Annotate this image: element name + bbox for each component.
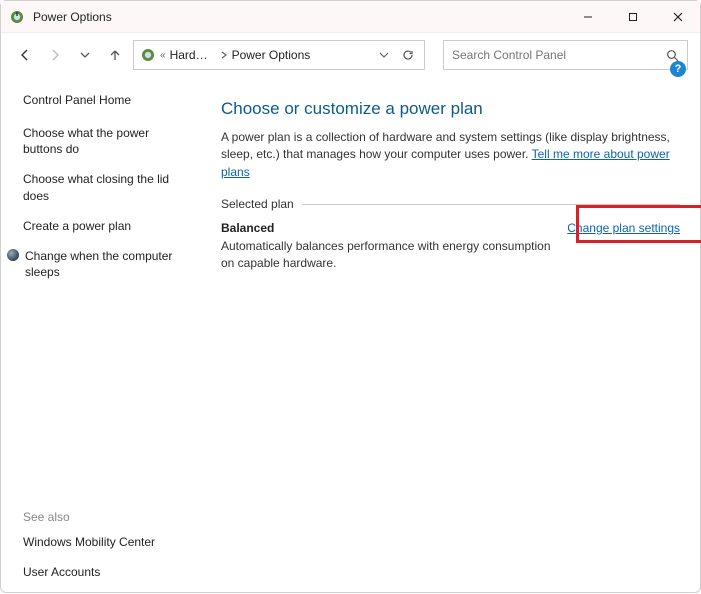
power-options-icon <box>140 47 156 63</box>
see-also-user-accounts[interactable]: User Accounts <box>23 564 191 580</box>
address-bar[interactable]: « Hardw… Power Options <box>133 40 425 70</box>
selected-plan-label: Selected plan <box>221 197 294 211</box>
close-button[interactable] <box>655 1 700 32</box>
plan-row-balanced: Balanced Automatically balances performa… <box>221 221 680 272</box>
plan-name: Balanced <box>221 221 557 235</box>
sidebar-link-change-sleep[interactable]: Change when the computer sleeps <box>7 248 191 280</box>
breadcrumb-part-hardware[interactable]: Hardw… <box>170 48 216 62</box>
plan-description: Automatically balances performance with … <box>221 238 557 272</box>
see-also-mobility-center[interactable]: Windows Mobility Center <box>23 534 191 550</box>
help-button[interactable]: ? <box>670 61 686 77</box>
sidebar-link-create-plan[interactable]: Create a power plan <box>23 218 191 234</box>
search-icon[interactable] <box>666 49 679 62</box>
back-button[interactable] <box>13 43 37 67</box>
search-box[interactable] <box>443 40 688 70</box>
power-options-icon <box>9 9 25 25</box>
page-description: A power plan is a collection of hardware… <box>221 129 680 181</box>
see-also-label: See also <box>23 510 191 524</box>
change-plan-settings-link[interactable]: Change plan settings <box>567 221 680 235</box>
titlebar: Power Options <box>1 1 700 33</box>
page-heading: Choose or customize a power plan <box>221 99 680 119</box>
shield-icon <box>7 249 19 261</box>
refresh-button[interactable] <box>398 49 418 61</box>
breadcrumb-prefix: « <box>160 50 166 61</box>
main-content: Choose or customize a power plan A power… <box>201 77 700 594</box>
control-panel-home-link[interactable]: Control Panel Home <box>23 93 191 107</box>
nav-toolbar: « Hardw… Power Options <box>1 33 700 77</box>
up-button[interactable] <box>103 43 127 67</box>
sidebar-link-power-buttons[interactable]: Choose what the power buttons do <box>23 125 191 157</box>
maximize-button[interactable] <box>610 1 655 32</box>
forward-button[interactable] <box>43 43 67 67</box>
recent-locations-button[interactable] <box>73 43 97 67</box>
minimize-button[interactable] <box>565 1 610 32</box>
sidebar: Control Panel Home Choose what the power… <box>1 77 201 594</box>
sidebar-link-closing-lid[interactable]: Choose what closing the lid does <box>23 171 191 203</box>
search-input[interactable] <box>452 48 666 62</box>
divider <box>302 204 680 205</box>
window-title: Power Options <box>33 10 565 24</box>
chevron-right-icon <box>220 51 228 59</box>
sidebar-link-label: Change when the computer sleeps <box>25 248 191 280</box>
address-dropdown-button[interactable] <box>374 50 394 60</box>
window-controls <box>565 1 700 32</box>
selected-plan-section: Selected plan <box>221 197 680 211</box>
breadcrumb-part-power-options[interactable]: Power Options <box>232 48 311 62</box>
